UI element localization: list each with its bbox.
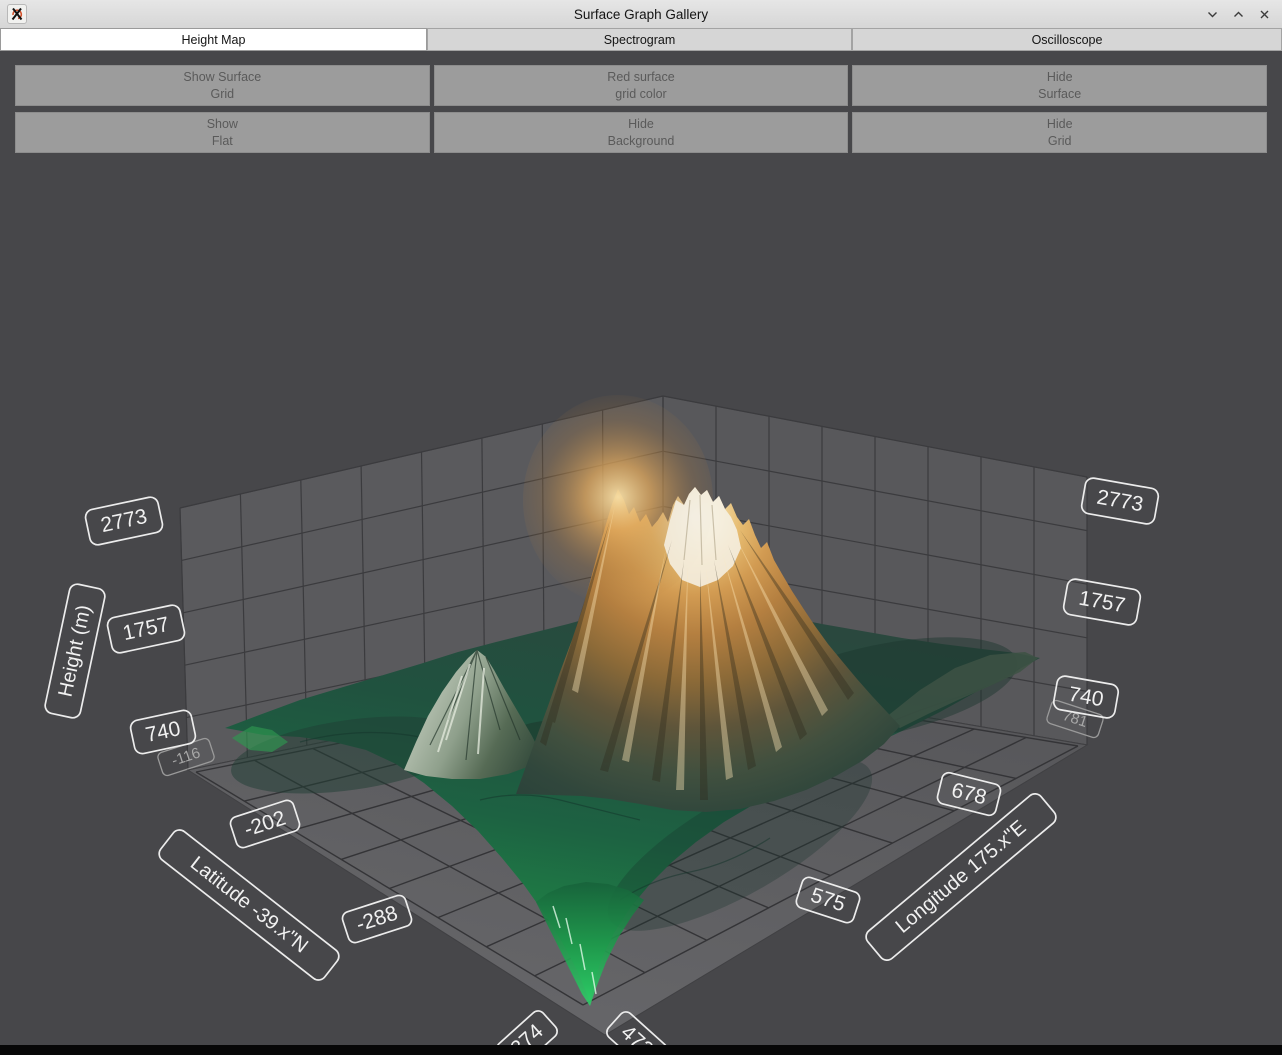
red-surface-grid-color-button[interactable]: Red surface grid color xyxy=(434,65,849,106)
window-titlebar: Surface Graph Gallery xyxy=(0,0,1282,29)
show-flat-button[interactable]: Show Flat xyxy=(15,112,430,153)
application-window: { "window": { "title": "Surface Graph Ga… xyxy=(0,0,1282,1055)
close-icon xyxy=(1258,8,1271,21)
tab-spectrogram[interactable]: Spectrogram xyxy=(427,28,852,51)
chevron-down-icon xyxy=(1206,8,1219,21)
tab-height-map[interactable]: Height Map xyxy=(0,28,427,51)
chevron-up-icon xyxy=(1232,8,1245,21)
maximize-button[interactable] xyxy=(1230,6,1247,23)
svg-text:740: 740 xyxy=(143,717,182,747)
hide-grid-button[interactable]: Hide Grid xyxy=(852,112,1267,153)
window-title: Surface Graph Gallery xyxy=(0,7,1282,22)
svg-text:1757: 1757 xyxy=(121,613,171,645)
tab-oscilloscope[interactable]: Oscilloscope xyxy=(852,28,1282,51)
svg-text:Latitude -39.x"N: Latitude -39.x"N xyxy=(186,852,312,957)
height-axis-ticks-left: 2773 1757 740 xyxy=(84,496,197,755)
svg-text:2773: 2773 xyxy=(99,505,149,537)
window-controls xyxy=(1204,6,1282,23)
hide-background-button[interactable]: Hide Background xyxy=(434,112,849,153)
x11-logo-icon xyxy=(7,4,27,24)
tab-bar: Height Map Spectrogram Oscilloscope xyxy=(0,28,1282,51)
show-surface-grid-button[interactable]: Show Surface Grid xyxy=(15,65,430,106)
close-button[interactable] xyxy=(1256,6,1273,23)
toolbar: Show Surface Grid Red surface grid color… xyxy=(15,65,1267,153)
svg-text:Height (m): Height (m) xyxy=(55,603,96,699)
hide-surface-button[interactable]: Hide Surface xyxy=(852,65,1267,106)
svg-text:2773: 2773 xyxy=(1095,486,1145,517)
height-axis-title: Height (m) xyxy=(44,583,107,720)
bottom-screen-edge xyxy=(0,1045,1282,1055)
minimize-button[interactable] xyxy=(1204,6,1221,23)
surface-3d-view[interactable]: -116 781 xyxy=(0,0,1282,1055)
